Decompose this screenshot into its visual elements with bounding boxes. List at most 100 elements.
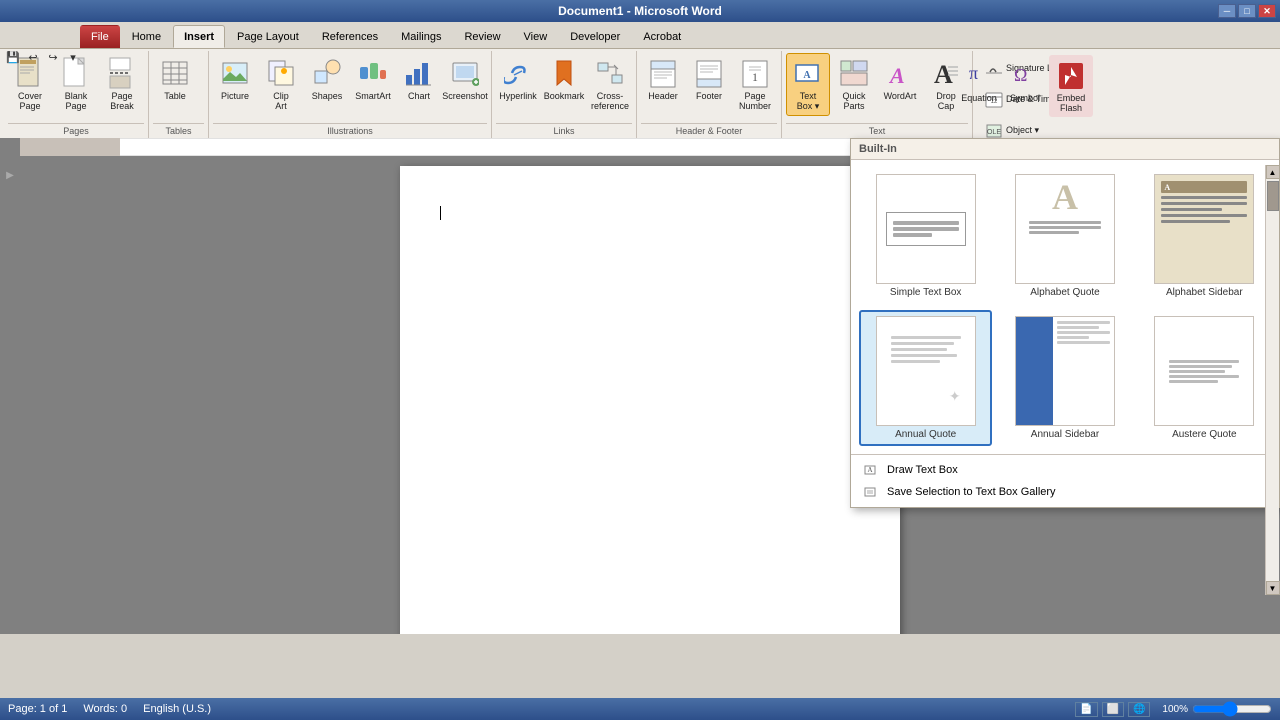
gallery-item-alphabet-sidebar[interactable]: A Alphabet Sidebar (1138, 168, 1271, 304)
wordart-icon: A (884, 57, 916, 89)
svg-text:OLE: OLE (987, 129, 1001, 136)
picture-button[interactable]: Picture (213, 53, 257, 113)
shapes-button[interactable]: Shapes (305, 53, 349, 113)
links-group-label: Links (496, 123, 632, 136)
tab-view[interactable]: View (513, 25, 559, 48)
gallery-item-annual-sidebar[interactable]: Annual Sidebar (998, 310, 1131, 446)
save-qat-button[interactable]: 💾 (4, 48, 22, 66)
symbol-icon: Ω (1009, 59, 1041, 91)
symbol-button[interactable]: Ω Symbol (1003, 55, 1047, 117)
minimize-button[interactable]: ─ (1218, 4, 1236, 18)
close-button[interactable]: ✕ (1258, 4, 1276, 18)
word-count: Words: 0 (83, 703, 127, 715)
smartart-icon (357, 57, 389, 89)
pages-group-label: Pages (8, 123, 144, 136)
quick-parts-icon (838, 57, 870, 89)
window-controls[interactable]: ─ □ ✕ (1218, 4, 1276, 18)
hyperlink-icon (502, 57, 534, 89)
cross-reference-button[interactable]: Cross-reference (588, 53, 632, 115)
scroll-thumb[interactable] (1267, 181, 1279, 211)
equation-icon: π (963, 59, 995, 91)
equation-button[interactable]: π Equation (957, 55, 1001, 117)
tab-mailings[interactable]: Mailings (390, 25, 452, 48)
header-button[interactable]: Header (641, 53, 685, 113)
scroll-up-arrow[interactable]: ▲ (1266, 165, 1280, 179)
hyperlink-button[interactable]: Hyperlink (496, 53, 540, 113)
ruler-left-margin (20, 138, 120, 156)
zoom-slider[interactable] (1192, 703, 1272, 715)
table-button[interactable]: Table (153, 53, 197, 113)
gallery-item-austere-quote[interactable]: Austere Quote (1138, 310, 1271, 446)
qat-dropdown-button[interactable]: ▾ (64, 48, 82, 66)
text-cursor (440, 206, 441, 220)
gallery-item-alphabet-quote[interactable]: A Alphabet Quote (998, 168, 1131, 304)
draw-text-box-icon: A (863, 462, 879, 478)
simple-text-box-thumb (876, 174, 976, 284)
alphabet-quote-thumb: A (1015, 174, 1115, 284)
tab-page-layout[interactable]: Page Layout (226, 25, 310, 48)
draw-text-box-item[interactable]: A Draw Text Box (851, 459, 1279, 481)
chart-button[interactable]: Chart (397, 53, 441, 113)
dropdown-scrollbar[interactable]: ▲ ▼ (1265, 165, 1279, 595)
scroll-down-arrow[interactable]: ▼ (1266, 581, 1280, 595)
bookmark-button[interactable]: Bookmark (542, 53, 586, 113)
symbol-label: Symbol (1010, 93, 1040, 103)
equation-label: Equation (961, 93, 997, 103)
document-page[interactable] (400, 166, 900, 634)
header-label: Header (648, 91, 678, 101)
ribbon-tab-bar: File Home Insert Page Layout References … (0, 22, 1280, 48)
wordart-button[interactable]: A WordArt (878, 53, 922, 113)
quick-parts-button[interactable]: QuickParts (832, 53, 876, 115)
page-break-label: PageBreak (110, 91, 134, 111)
print-layout-button[interactable]: 📄 (1075, 702, 1097, 717)
links-buttons: Hyperlink Bookmark Cross-reference (496, 53, 632, 121)
page-number-button[interactable]: 1 PageNumber (733, 53, 777, 115)
text-box-button[interactable]: A TextBox ▾ (786, 53, 830, 116)
embed-flash-button[interactable]: EmbedFlash (1049, 55, 1093, 117)
clip-art-button[interactable]: ClipArt (259, 53, 303, 115)
full-screen-button[interactable]: ⬜ (1102, 702, 1124, 717)
footer-button[interactable]: Footer (687, 53, 731, 113)
tab-review[interactable]: Review (453, 25, 511, 48)
title-bar: Document1 - Microsoft Word ─ □ ✕ (0, 0, 1280, 22)
ribbon-group-links: Hyperlink Bookmark Cross-reference Links (492, 51, 637, 138)
gallery-item-simple-text-box[interactable]: Simple Text Box (859, 168, 992, 304)
tab-developer[interactable]: Developer (559, 25, 631, 48)
redo-qat-button[interactable]: ↪ (44, 48, 62, 66)
gallery-item-annual-quote[interactable]: ✦ Annual Quote (859, 310, 992, 446)
page-number-icon: 1 (739, 57, 771, 89)
tab-acrobat[interactable]: Acrobat (632, 25, 692, 48)
simple-text-box-label: Simple Text Box (890, 287, 962, 298)
maximize-button[interactable]: □ (1238, 4, 1256, 18)
web-layout-button[interactable]: 🌐 (1128, 702, 1150, 717)
undo-qat-button[interactable]: ↩ (24, 48, 42, 66)
save-selection-item[interactable]: Save Selection to Text Box Gallery (851, 481, 1279, 503)
annual-sidebar-label: Annual Sidebar (1031, 429, 1099, 440)
tab-references[interactable]: References (311, 25, 389, 48)
save-selection-label: Save Selection to Text Box Gallery (887, 486, 1056, 498)
cross-reference-icon (594, 57, 626, 89)
tables-buttons: Table (153, 53, 204, 121)
tab-file[interactable]: File (80, 25, 120, 48)
smartart-button[interactable]: SmartArt (351, 53, 395, 113)
shapes-label: Shapes (312, 91, 343, 101)
screenshot-label: Screenshot (442, 91, 488, 101)
clip-art-label: ClipArt (273, 91, 289, 111)
svg-text:A: A (803, 70, 811, 81)
ribbon-group-tables: Table Tables (149, 51, 209, 138)
left-panel: ▶ (0, 156, 20, 634)
wordart-label: WordArt (884, 91, 917, 101)
tab-home[interactable]: Home (121, 25, 172, 48)
svg-text:Ω: Ω (1014, 65, 1027, 85)
shapes-icon (311, 57, 343, 89)
ribbon-group-symbols: Signature Line ▾ 12 Date & Time OLE Obje… (973, 51, 1101, 138)
dropdown-header-label: Built-In (859, 143, 897, 155)
object-label: Object ▾ (1006, 125, 1039, 136)
annual-quote-thumb: ✦ (876, 316, 976, 426)
svg-text:1: 1 (752, 70, 758, 84)
screenshot-button[interactable]: Screenshot (443, 53, 487, 113)
tab-insert[interactable]: Insert (173, 25, 225, 48)
page-info: Page: 1 of 1 (8, 703, 67, 715)
illustrations-group-label: Illustrations (213, 123, 487, 136)
page-break-button[interactable]: PageBreak (100, 53, 144, 115)
